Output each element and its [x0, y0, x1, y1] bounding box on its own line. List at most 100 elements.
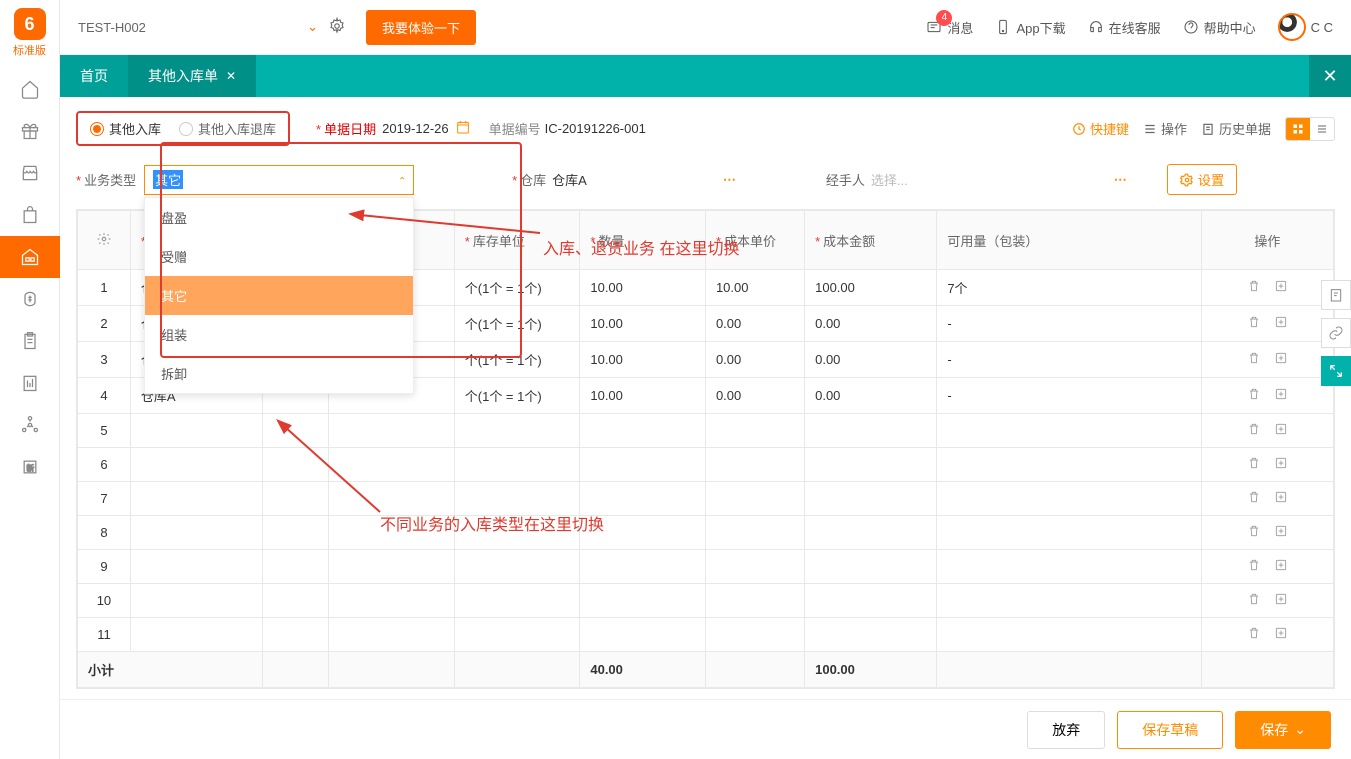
cell-amount[interactable]: [805, 482, 937, 516]
operate-link[interactable]: 操作: [1143, 119, 1187, 138]
float-expand-icon[interactable]: [1321, 356, 1351, 386]
save-button[interactable]: 保存 ⌄: [1235, 711, 1331, 749]
cell-amount[interactable]: 0.00: [805, 306, 937, 342]
cell-qty[interactable]: [580, 584, 706, 618]
delete-row-icon[interactable]: [1246, 351, 1262, 367]
settings-button[interactable]: 设置: [1167, 164, 1238, 195]
cell-price[interactable]: 10.00: [705, 270, 804, 306]
cell-scan[interactable]: [263, 550, 329, 584]
cell-amount[interactable]: 0.00: [805, 342, 937, 378]
nav-new-icon[interactable]: 新: [0, 446, 60, 488]
add-row-icon[interactable]: [1273, 592, 1289, 608]
float-note-icon[interactable]: [1321, 280, 1351, 310]
cell-unit[interactable]: 个(1个 = 1个): [454, 306, 580, 342]
handler-lookup-icon[interactable]: ⋯: [1114, 172, 1129, 188]
cell-amount[interactable]: [805, 550, 937, 584]
delete-row-icon[interactable]: [1246, 490, 1262, 506]
cell-unit[interactable]: [454, 414, 580, 448]
cell-qty[interactable]: [580, 482, 706, 516]
delete-row-icon[interactable]: [1246, 524, 1262, 540]
tab-other-inbound[interactable]: 其他入库单 ✕: [128, 55, 256, 97]
cell-scan[interactable]: [263, 482, 329, 516]
cell-spec[interactable]: [329, 414, 455, 448]
biz-type-select[interactable]: 其它 ⌄ 盘盈 受赠 其它 组装 拆卸: [144, 165, 414, 195]
add-row-icon[interactable]: [1273, 558, 1289, 574]
help-link[interactable]: 帮助中心: [1183, 18, 1256, 37]
cell-scan[interactable]: [263, 618, 329, 652]
cell-spec[interactable]: [329, 448, 455, 482]
cell-unit[interactable]: [454, 482, 580, 516]
add-row-icon[interactable]: [1273, 524, 1289, 540]
table-row[interactable]: 10: [78, 584, 1334, 618]
add-row-icon[interactable]: [1273, 422, 1289, 438]
dropdown-option[interactable]: 组装: [145, 315, 413, 354]
table-row[interactable]: 9: [78, 550, 1334, 584]
cell-price[interactable]: 0.00: [705, 306, 804, 342]
cell-qty[interactable]: 10.00: [580, 342, 706, 378]
nav-money-icon[interactable]: [0, 278, 60, 320]
add-row-icon[interactable]: [1273, 456, 1289, 472]
cell-warehouse[interactable]: [130, 550, 262, 584]
dropdown-option[interactable]: 拆卸: [145, 354, 413, 393]
gear-icon[interactable]: [328, 17, 346, 38]
calendar-icon[interactable]: [455, 119, 471, 138]
cell-price[interactable]: [705, 550, 804, 584]
cell-price[interactable]: 0.00: [705, 378, 804, 414]
close-all-tabs[interactable]: ✕: [1309, 55, 1351, 97]
cell-qty[interactable]: [580, 414, 706, 448]
cell-spec[interactable]: [329, 618, 455, 652]
nav-bag-icon[interactable]: [0, 194, 60, 236]
dropdown-option[interactable]: 盘盈: [145, 198, 413, 237]
cell-price[interactable]: [705, 448, 804, 482]
delete-row-icon[interactable]: [1246, 279, 1262, 295]
cell-scan[interactable]: [263, 584, 329, 618]
table-row[interactable]: 11: [78, 618, 1334, 652]
add-row-icon[interactable]: [1273, 351, 1289, 367]
cell-qty[interactable]: 10.00: [580, 378, 706, 414]
dropdown-option[interactable]: 其它: [145, 276, 413, 315]
add-row-icon[interactable]: [1273, 315, 1289, 331]
col-config[interactable]: [78, 211, 131, 270]
cell-unit[interactable]: 个(1个 = 1个): [454, 342, 580, 378]
history-link[interactable]: 历史单据: [1201, 119, 1271, 138]
float-link-icon[interactable]: [1321, 318, 1351, 348]
nav-report-icon[interactable]: [0, 362, 60, 404]
user-menu[interactable]: C C: [1278, 13, 1333, 41]
cell-scan[interactable]: [263, 414, 329, 448]
nav-gift-icon[interactable]: [0, 110, 60, 152]
cell-price[interactable]: [705, 482, 804, 516]
nav-home-icon[interactable]: [0, 68, 60, 110]
cell-qty[interactable]: 10.00: [580, 270, 706, 306]
cell-unit[interactable]: [454, 550, 580, 584]
add-row-icon[interactable]: [1273, 490, 1289, 506]
save-draft-button[interactable]: 保存草稿: [1117, 711, 1223, 749]
cell-spec[interactable]: [329, 584, 455, 618]
cell-unit[interactable]: [454, 516, 580, 550]
cell-amount[interactable]: [805, 448, 937, 482]
cell-price[interactable]: [705, 516, 804, 550]
shortcut-link[interactable]: 快捷键: [1072, 119, 1129, 138]
cell-amount[interactable]: [805, 516, 937, 550]
date-value[interactable]: 2019-12-26: [382, 121, 449, 136]
cell-price[interactable]: 0.00: [705, 342, 804, 378]
app-download-link[interactable]: App下载: [995, 18, 1065, 37]
radio-inbound[interactable]: 其他入库: [90, 119, 161, 138]
cell-amount[interactable]: [805, 584, 937, 618]
org-selector[interactable]: TEST-H002 ⌄: [78, 19, 328, 35]
cell-warehouse[interactable]: [130, 414, 262, 448]
cell-qty[interactable]: [580, 550, 706, 584]
cell-qty[interactable]: [580, 618, 706, 652]
cell-qty[interactable]: [580, 516, 706, 550]
table-row[interactable]: 6: [78, 448, 1334, 482]
cell-amount[interactable]: [805, 618, 937, 652]
cell-spec[interactable]: [329, 482, 455, 516]
warehouse-lookup-icon[interactable]: ⋯: [723, 172, 738, 188]
radio-return[interactable]: 其他入库退库: [179, 119, 276, 138]
cell-unit[interactable]: 个(1个 = 1个): [454, 378, 580, 414]
tab-home[interactable]: 首页: [60, 55, 128, 97]
table-row[interactable]: 5: [78, 414, 1334, 448]
cell-qty[interactable]: 10.00: [580, 306, 706, 342]
cell-warehouse[interactable]: [130, 618, 262, 652]
add-row-icon[interactable]: [1273, 279, 1289, 295]
cell-price[interactable]: [705, 618, 804, 652]
